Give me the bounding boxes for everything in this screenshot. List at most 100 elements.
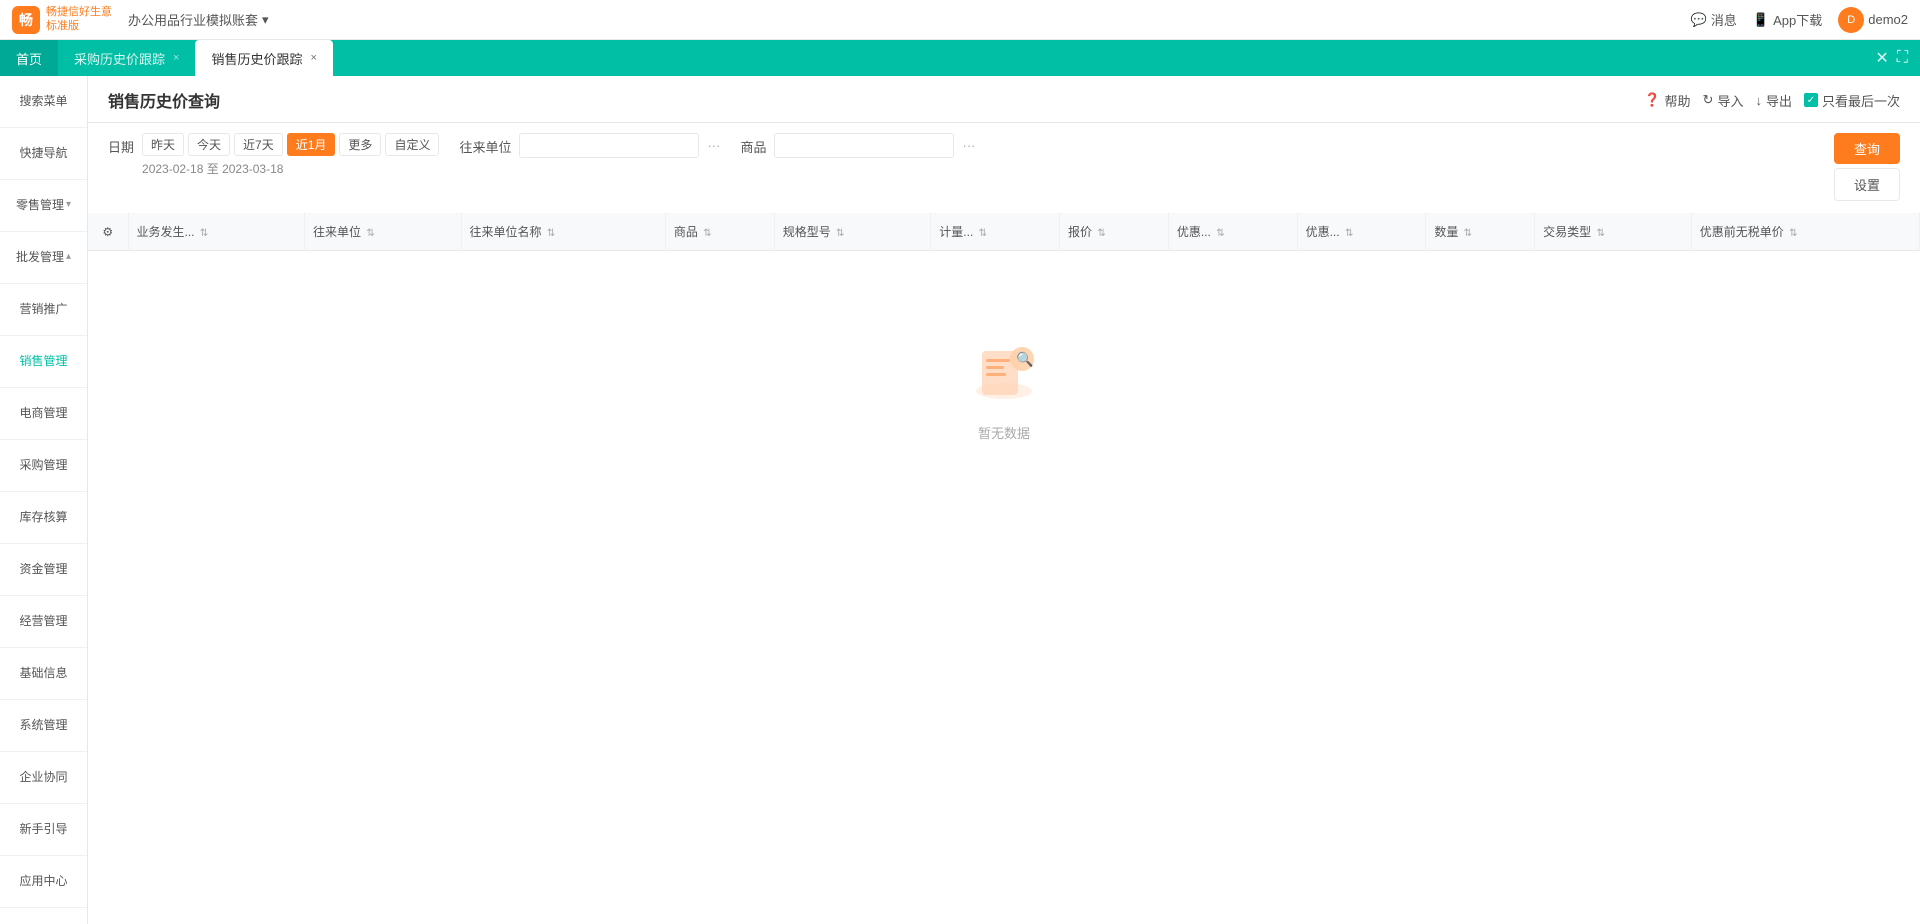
product-dots[interactable]: ··· (962, 138, 975, 153)
sidebar-item-system-mgmt[interactable]: 系统管理 (0, 700, 87, 752)
empty-icon: 🔍 (964, 331, 1044, 411)
message-icon: 💬 (1691, 12, 1707, 28)
col-unit[interactable]: 计量... ⇅ (931, 213, 1060, 251)
sort-icon: ⇅ (1097, 228, 1105, 239)
export-button[interactable]: ↓ 导出 (1755, 91, 1792, 110)
sort-icon: ⇅ (979, 228, 987, 239)
query-button[interactable]: 查询 (1834, 133, 1900, 164)
col-partner-name[interactable]: 往来单位名称 ⇅ (461, 213, 665, 251)
query-settings-group: 查询 设置 (1834, 133, 1900, 201)
sidebar-item-purchase-mgmt[interactable]: 采购管理 (0, 440, 87, 492)
help-button[interactable]: ❓ 帮助 (1644, 91, 1690, 110)
sidebar-search-menu-label: 搜索菜单 (19, 93, 67, 110)
user-avatar[interactable]: D demo2 (1838, 7, 1908, 33)
product-input[interactable] (774, 133, 954, 158)
partner-label: 往来单位 (459, 133, 511, 156)
message-button[interactable]: 💬 消息 (1691, 10, 1737, 29)
import-button[interactable]: ↻ 导入 (1703, 91, 1744, 110)
date-range-text: 2023-02-18 至 2023-03-18 (142, 160, 439, 177)
tab-purchase-history-close[interactable]: × (173, 52, 179, 64)
logo-area: 畅 畅捷信好生意标准版 (12, 6, 112, 34)
maximize-icon[interactable]: ⛶ (1897, 49, 1908, 67)
sidebar-new-guide-label: 新手引导 (19, 821, 67, 838)
col-settings[interactable]: ⚙ (88, 213, 128, 251)
sidebar-item-operations-mgmt[interactable]: 经营管理 (0, 596, 87, 648)
sidebar-item-retail-mgmt[interactable]: 零售管理 ▾ (0, 180, 87, 232)
checkbox-icon: ✓ (1804, 93, 1818, 107)
sidebar-item-quick-nav[interactable]: 快捷导航 (0, 128, 87, 180)
date-btn-more[interactable]: 更多 (339, 133, 381, 156)
page-title-row: 销售历史价查询 ❓ 帮助 ↻ 导入 ↓ 导出 ✓ (108, 88, 1900, 112)
sidebar-item-enterprise-collab[interactable]: 企业协同 (0, 752, 87, 804)
tab-bar-actions: ✕ ⛶ (1875, 48, 1920, 68)
tab-sales-history-close[interactable]: × (310, 52, 316, 64)
tab-home[interactable]: 首页 (0, 40, 58, 76)
app-download-button[interactable]: 📱 App下载 (1753, 10, 1822, 29)
col-biz-date[interactable]: 业务发生... ⇅ (128, 213, 304, 251)
col-discount2[interactable]: 优惠... ⇅ (1297, 213, 1426, 251)
tab-purchase-history[interactable]: 采购历史价跟踪 × (58, 40, 195, 76)
tab-sales-history[interactable]: 销售历史价跟踪 × (195, 40, 332, 76)
date-btn-7days[interactable]: 近7天 (234, 133, 283, 156)
logo-text: 畅捷信好生意标准版 (46, 6, 112, 32)
col-price[interactable]: 报价 ⇅ (1060, 213, 1169, 251)
content-area: 销售历史价查询 ❓ 帮助 ↻ 导入 ↓ 导出 ✓ (88, 76, 1920, 924)
sidebar-item-enterprise-wechat[interactable]: 企业微信 (0, 908, 87, 924)
tab-sales-history-label: 销售历史价跟踪 (211, 49, 302, 68)
sidebar: 搜索菜单 快捷导航 零售管理 ▾ 批发管理 ▴ 营销推广 销售管理 电商管理 采… (0, 76, 88, 924)
partner-dots[interactable]: ··· (707, 138, 720, 153)
only-last-label: 只看最后一次 (1822, 91, 1900, 110)
sidebar-item-inventory[interactable]: 库存核算 (0, 492, 87, 544)
col-spec[interactable]: 规格型号 ⇅ (774, 213, 931, 251)
user-name: demo2 (1868, 12, 1908, 27)
sidebar-item-basic-info[interactable]: 基础信息 (0, 648, 87, 700)
sidebar-app-center-label: 应用中心 (19, 873, 67, 890)
mobile-icon: 📱 (1753, 12, 1769, 28)
settings-button[interactable]: 设置 (1834, 168, 1900, 201)
close-tab-icon[interactable]: ✕ (1875, 48, 1888, 68)
date-label: 日期 (108, 133, 134, 156)
date-btn-1month[interactable]: 近1月 (287, 133, 336, 156)
col-product[interactable]: 商品 ⇅ (665, 213, 774, 251)
sort-icon: ⇅ (1464, 228, 1472, 239)
date-btn-today[interactable]: 今天 (188, 133, 230, 156)
sidebar-purchase-mgmt-label: 采购管理 (19, 457, 67, 474)
col-partner-code[interactable]: 往来单位 ⇅ (304, 213, 461, 251)
sidebar-item-ecommerce-mgmt[interactable]: 电商管理 (0, 388, 87, 440)
page-header: 销售历史价查询 ❓ 帮助 ↻ 导入 ↓ 导出 ✓ (88, 76, 1920, 123)
page-actions: ❓ 帮助 ↻ 导入 ↓ 导出 ✓ 只看最后一次 (1644, 91, 1900, 110)
only-last-checkbox[interactable]: ✓ 只看最后一次 (1804, 91, 1900, 110)
import-icon: ↻ (1703, 92, 1714, 108)
col-trade-type[interactable]: 交易类型 ⇅ (1535, 213, 1692, 251)
sidebar-item-app-center[interactable]: 应用中心 (0, 856, 87, 908)
sidebar-marketing-label: 营销推广 (19, 301, 67, 318)
sidebar-item-search-menu[interactable]: 搜索菜单 (0, 76, 87, 128)
sidebar-item-new-guide[interactable]: 新手引导 (0, 804, 87, 856)
sidebar-item-sales-mgmt[interactable]: 销售管理 (0, 336, 87, 388)
filter-row: 日期 昨天 今天 近7天 近1月 更多 自定义 2023-02-18 至 202… (88, 123, 1920, 213)
export-icon: ↓ (1755, 93, 1762, 108)
date-btn-custom[interactable]: 自定义 (385, 133, 439, 156)
empty-text: 暂无数据 (978, 423, 1030, 442)
partner-input[interactable] (519, 133, 699, 158)
chevron-down-icon: ▾ (66, 198, 71, 212)
sidebar-item-finance-mgmt[interactable]: 资金管理 (0, 544, 87, 596)
col-quantity[interactable]: 数量 ⇅ (1426, 213, 1535, 251)
app-selector-label: 办公用品行业模拟账套 (128, 10, 258, 29)
sidebar-enterprise-collab-label: 企业协同 (19, 769, 67, 786)
sort-icon: ⇅ (703, 228, 711, 239)
svg-text:🔍: 🔍 (1016, 350, 1033, 368)
date-btn-yesterday[interactable]: 昨天 (142, 133, 184, 156)
sidebar-basic-info-label: 基础信息 (19, 665, 67, 682)
product-label: 商品 (740, 133, 766, 156)
sort-icon: ⇅ (547, 228, 555, 239)
sidebar-wholesale-mgmt-label: 批发管理 ▴ (16, 249, 71, 266)
sidebar-item-marketing[interactable]: 营销推广 (0, 284, 87, 336)
app-selector[interactable]: 办公用品行业模拟账套 ▾ (120, 6, 277, 33)
sidebar-item-wholesale-mgmt[interactable]: 批发管理 ▴ (0, 232, 87, 284)
sidebar-sales-mgmt-label: 销售管理 (19, 353, 67, 370)
date-btns: 昨天 今天 近7天 近1月 更多 自定义 (142, 133, 439, 156)
col-discount1[interactable]: 优惠... ⇅ (1168, 213, 1297, 251)
col-pre-tax-price[interactable]: 优惠前无税单价 ⇅ (1691, 213, 1919, 251)
logo-icon: 畅 (12, 6, 40, 34)
